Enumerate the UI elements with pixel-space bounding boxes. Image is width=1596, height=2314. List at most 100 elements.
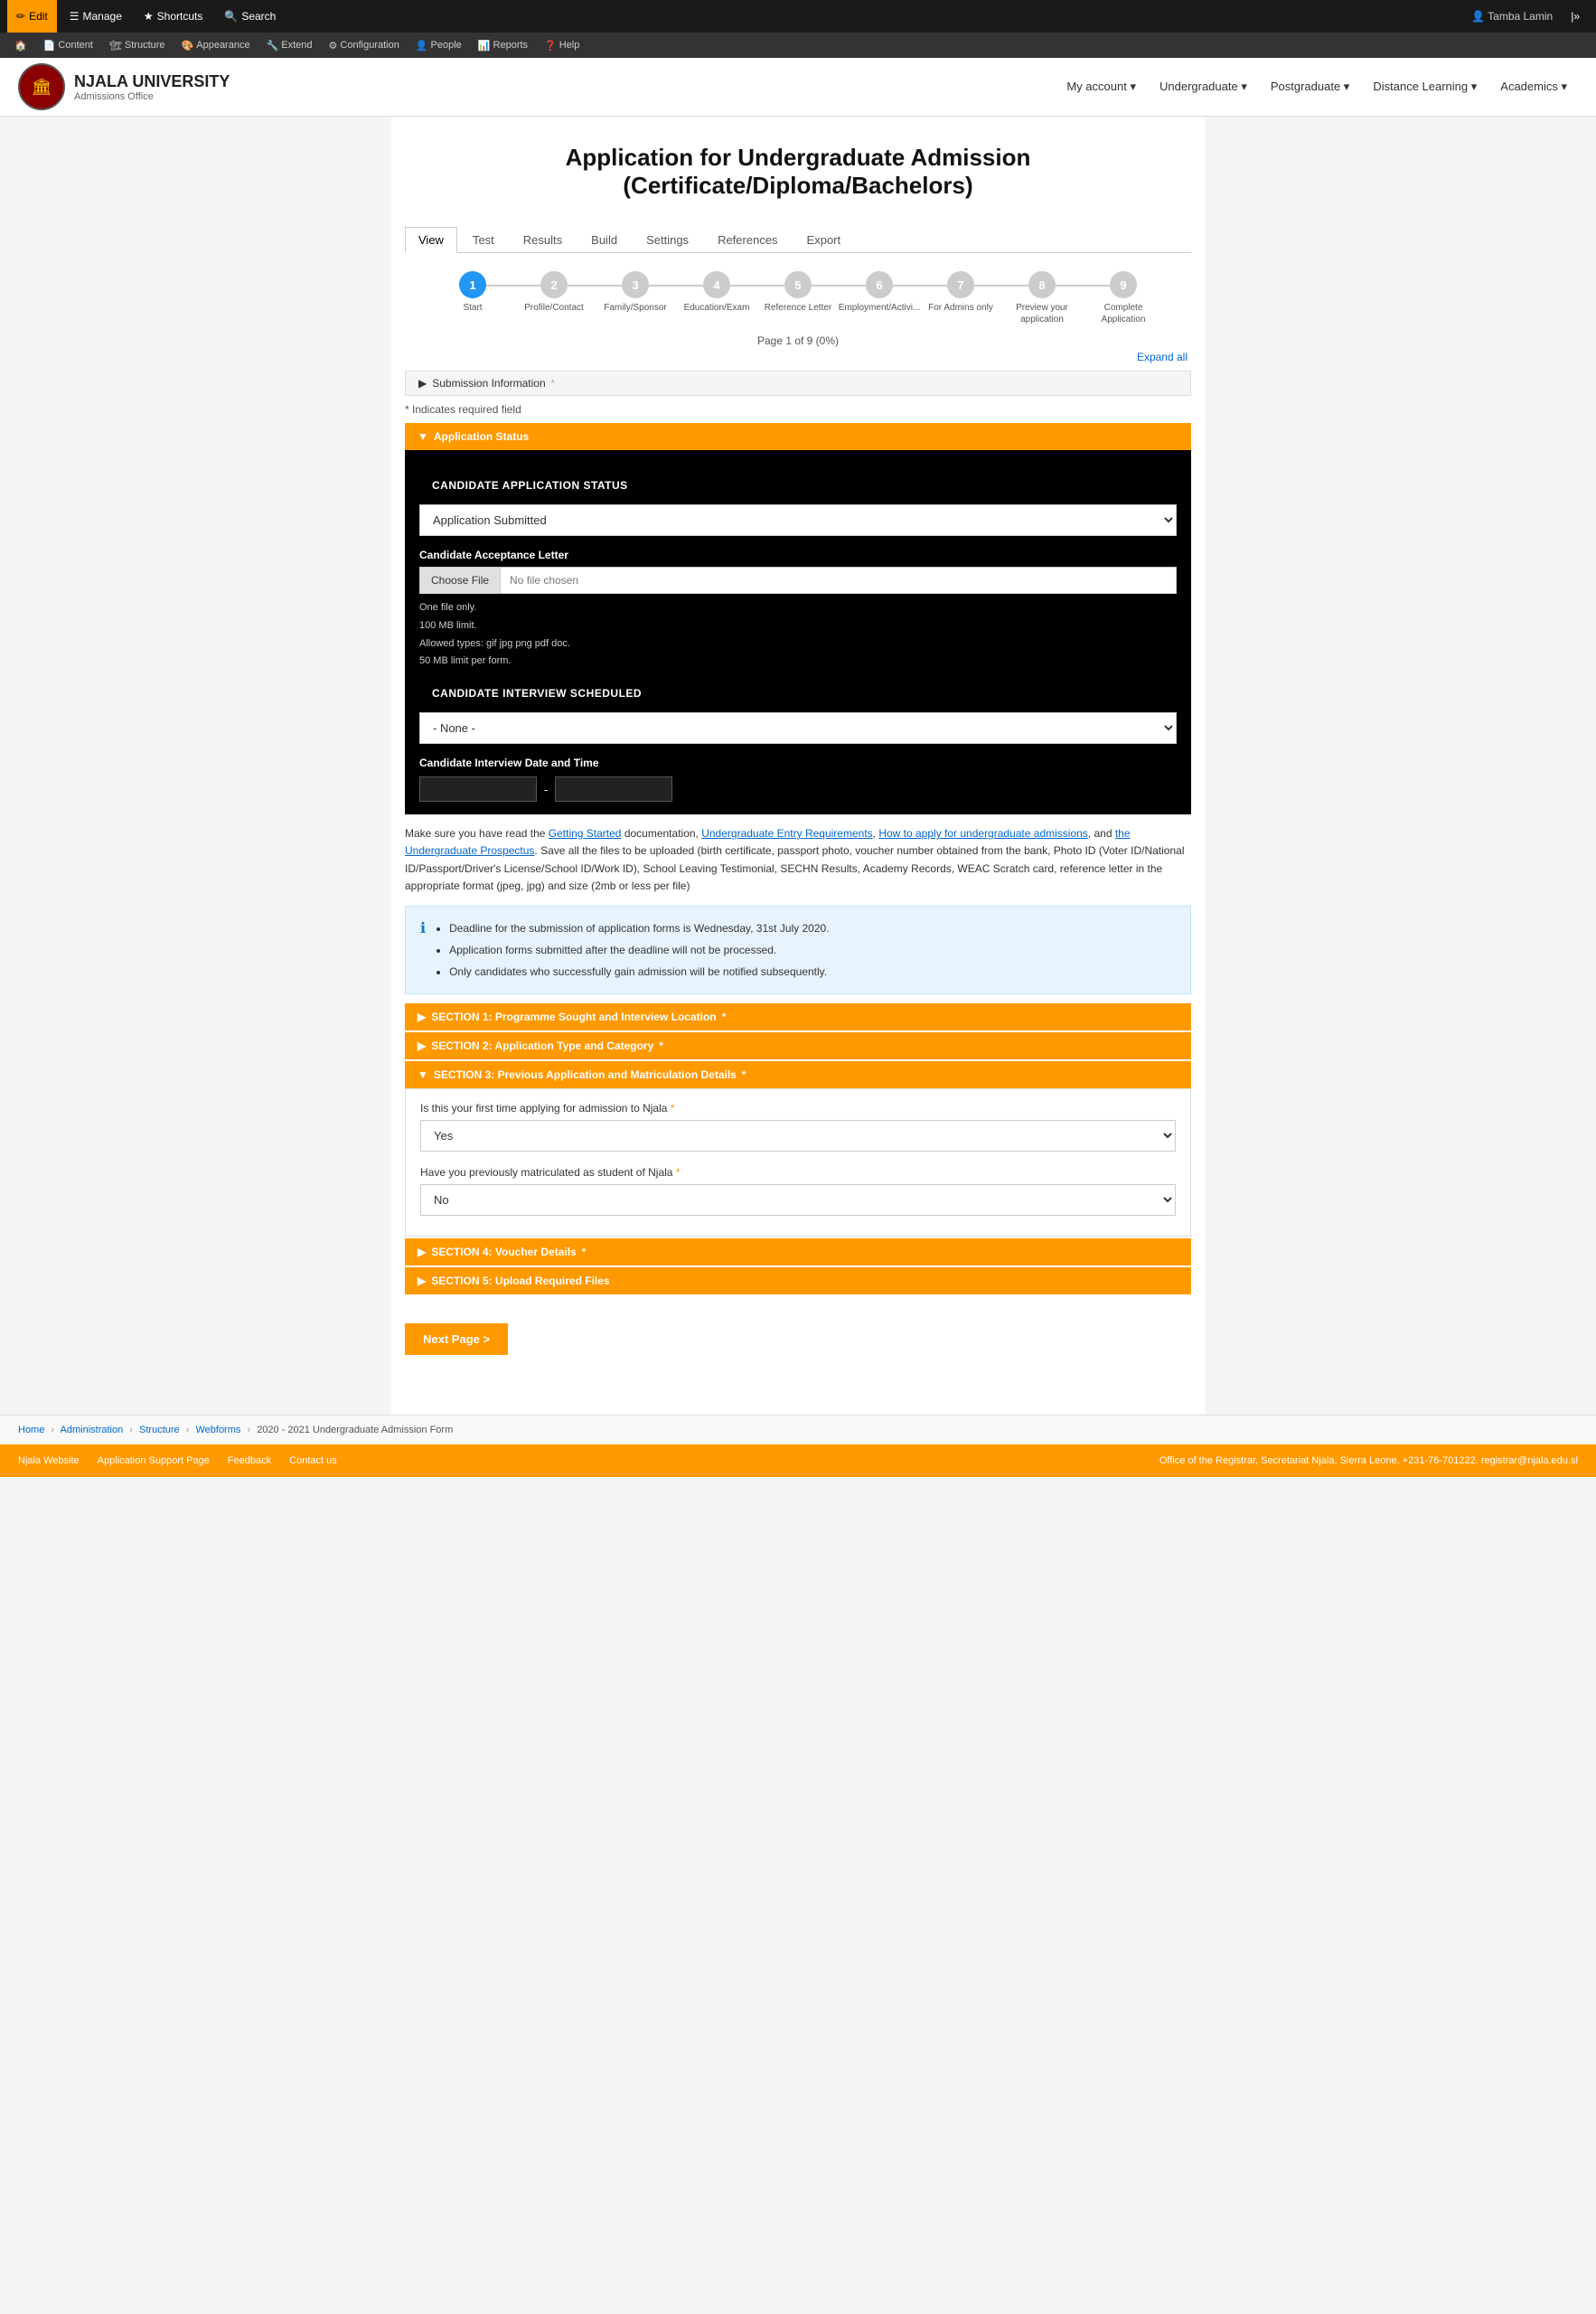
star-icon: ★ xyxy=(144,10,154,23)
tab-settings[interactable]: Settings xyxy=(633,227,702,252)
step-7-label: For Admins only xyxy=(928,302,993,314)
expand-all-link[interactable]: Expand all xyxy=(405,351,1191,363)
appearance-label: Appearance xyxy=(196,40,249,51)
tab-results[interactable]: Results xyxy=(510,227,576,252)
section3-header[interactable]: ▼ SECTION 3: Previous Application and Ma… xyxy=(405,1061,1191,1088)
breadcrumb-webforms[interactable]: Webforms xyxy=(195,1425,240,1435)
nav-distance[interactable]: Distance Learning ▾ xyxy=(1362,74,1488,99)
app-status-chevron-icon: ▼ xyxy=(418,430,428,443)
prev-matric-asterisk: * xyxy=(676,1166,681,1179)
bc-sep-3: › xyxy=(186,1425,190,1435)
how-to-apply-link[interactable]: How to apply for undergraduate admission… xyxy=(878,827,1087,840)
info-box: ℹ Deadline for the submission of applica… xyxy=(405,906,1191,994)
nav-myaccount[interactable]: My account ▾ xyxy=(1056,74,1147,99)
home-icon: 🏠 xyxy=(14,40,27,52)
breadcrumb-home[interactable]: Home xyxy=(18,1425,44,1435)
user-icon: 👤 xyxy=(1471,10,1485,23)
sec-help-button[interactable]: ❓ Help xyxy=(537,33,587,58)
collapse-toolbar-button[interactable]: |» xyxy=(1562,0,1589,33)
getting-started-link[interactable]: Getting Started xyxy=(549,827,622,840)
sec-appearance-button[interactable]: 🎨 Appearance xyxy=(174,33,258,58)
tab-view[interactable]: View xyxy=(405,227,457,253)
sec-extend-button[interactable]: 🔧 Extend xyxy=(259,33,320,58)
breadcrumb-admin[interactable]: Administration xyxy=(61,1425,124,1435)
nav-postgraduate[interactable]: Postgraduate ▾ xyxy=(1260,74,1360,99)
info-item-3: Only candidates who successfully gain ad… xyxy=(449,961,829,983)
footer-support[interactable]: Application Support Page xyxy=(98,1455,210,1466)
step-2-circle: 2 xyxy=(540,271,568,298)
admin-toolbar-left: ✏ Edit ☰ Manage ★ Shortcuts 🔍 Search xyxy=(7,0,285,33)
university-name-block: NJALA UNIVERSITY Admissions Office xyxy=(74,72,230,102)
prev-matric-select[interactable]: No Yes xyxy=(420,1184,1176,1216)
section2-label: SECTION 2: Application Type and Category xyxy=(431,1039,653,1052)
acceptance-letter-label: Candidate Acceptance Letter xyxy=(419,549,1177,561)
application-status-select[interactable]: Application Submitted Pending Approved R… xyxy=(419,504,1177,536)
section3-arrow-icon: ▼ xyxy=(418,1068,428,1081)
next-page-button[interactable]: Next Page > xyxy=(405,1323,508,1355)
section1-label: SECTION 1: Programme Sought and Intervie… xyxy=(431,1011,716,1023)
breadcrumb-bar: Home › Administration › Structure › Webf… xyxy=(0,1415,1596,1444)
interview-datetime-label: Candidate Interview Date and Time xyxy=(419,757,1177,769)
section4-arrow-icon: ▶ xyxy=(418,1246,426,1258)
tab-test[interactable]: Test xyxy=(459,227,508,252)
step-9-circle: 9 xyxy=(1110,271,1137,298)
user-label: Tamba Lamin xyxy=(1488,10,1553,23)
interview-date-input[interactable] xyxy=(419,776,537,802)
info-item-1: Deadline for the submission of applicati… xyxy=(449,917,829,939)
manage-icon: ☰ xyxy=(70,10,80,23)
manage-button[interactable]: ☰ Manage xyxy=(61,0,131,33)
structure-icon: 🏗 xyxy=(109,40,122,52)
sec-configuration-button[interactable]: ⚙ Configuration xyxy=(322,33,407,58)
file-info-2: 100 MB limit. xyxy=(419,617,1177,635)
app-status-header[interactable]: ▼ Application Status xyxy=(405,423,1191,450)
section1-asterisk: * xyxy=(722,1011,727,1023)
tab-references[interactable]: References xyxy=(704,227,791,252)
choose-file-button[interactable]: Choose File xyxy=(420,568,501,593)
info-list: Deadline for the submission of applicati… xyxy=(435,917,829,983)
breadcrumb-current: 2020 - 2021 Undergraduate Admission Form xyxy=(257,1425,453,1435)
footer-contact[interactable]: Contact us xyxy=(289,1455,337,1466)
footer: Njala Website Application Support Page F… xyxy=(0,1444,1596,1477)
university-nav: My account ▾ Undergraduate ▾ Postgraduat… xyxy=(1056,74,1578,99)
section5-header[interactable]: ▶ SECTION 5: Upload Required Files xyxy=(405,1267,1191,1294)
sec-home-button[interactable]: 🏠 xyxy=(7,33,34,58)
prev-matric-label: Have you previously matriculated as stud… xyxy=(420,1166,1176,1179)
first-time-label: Is this your first time applying for adm… xyxy=(420,1102,1176,1115)
nav-undergraduate[interactable]: Undergraduate ▾ xyxy=(1149,74,1258,99)
first-time-select[interactable]: Yes No xyxy=(420,1120,1176,1152)
submission-arrow-icon: ▶ xyxy=(418,377,427,390)
interview-time-input[interactable] xyxy=(555,776,672,802)
breadcrumb-structure[interactable]: Structure xyxy=(139,1425,180,1435)
section4-header[interactable]: ▶ SECTION 4: Voucher Details * xyxy=(405,1238,1191,1265)
step-8-circle: 8 xyxy=(1028,271,1056,298)
nav-postgraduate-label: Postgraduate ▾ xyxy=(1271,80,1349,94)
sec-reports-button[interactable]: 📊 Reports xyxy=(471,33,535,58)
nav-academics[interactable]: Academics ▾ xyxy=(1489,74,1578,99)
entry-req-link[interactable]: Undergraduate Entry Requirements xyxy=(701,827,872,840)
footer-feedback[interactable]: Feedback xyxy=(228,1455,271,1466)
edit-button[interactable]: ✏ Edit xyxy=(7,0,57,33)
sec-structure-button[interactable]: 🏗 Structure xyxy=(102,33,173,58)
logo-icon: 🏛 xyxy=(32,78,52,97)
section4-asterisk: * xyxy=(582,1246,587,1258)
tab-export[interactable]: Export xyxy=(793,227,855,252)
admin-toolbar-right: 👤 Tamba Lamin |» xyxy=(1462,0,1589,33)
sec-content-button[interactable]: 📄 Content xyxy=(36,33,100,58)
university-name: NJALA UNIVERSITY xyxy=(74,72,230,91)
section1-header[interactable]: ▶ SECTION 1: Programme Sought and Interv… xyxy=(405,1003,1191,1030)
configuration-label: Configuration xyxy=(340,40,399,51)
app-status-content: CANDIDATE APPLICATION STATUS Application… xyxy=(405,450,1191,814)
interview-select[interactable]: - None - Scheduled Completed xyxy=(419,712,1177,744)
search-button[interactable]: 🔍 Search xyxy=(215,0,285,33)
sec-people-button[interactable]: 👤 People xyxy=(408,33,469,58)
step-8-label: Preview your application xyxy=(1001,302,1083,325)
footer-njala-website[interactable]: Njala Website xyxy=(18,1455,80,1466)
step-4: 4 Education/Exam xyxy=(676,271,757,325)
tab-build[interactable]: Build xyxy=(577,227,631,252)
people-label: People xyxy=(431,40,462,51)
section2-header[interactable]: ▶ SECTION 2: Application Type and Catego… xyxy=(405,1032,1191,1059)
shortcuts-button[interactable]: ★ Shortcuts xyxy=(135,0,211,33)
progress-steps: 1 Start 2 Profile/Contact 3 Family/Spons… xyxy=(405,271,1191,325)
submission-info-bar[interactable]: ▶ Submission Information * xyxy=(405,371,1191,396)
step-9: 9 Complete Application xyxy=(1083,271,1164,325)
